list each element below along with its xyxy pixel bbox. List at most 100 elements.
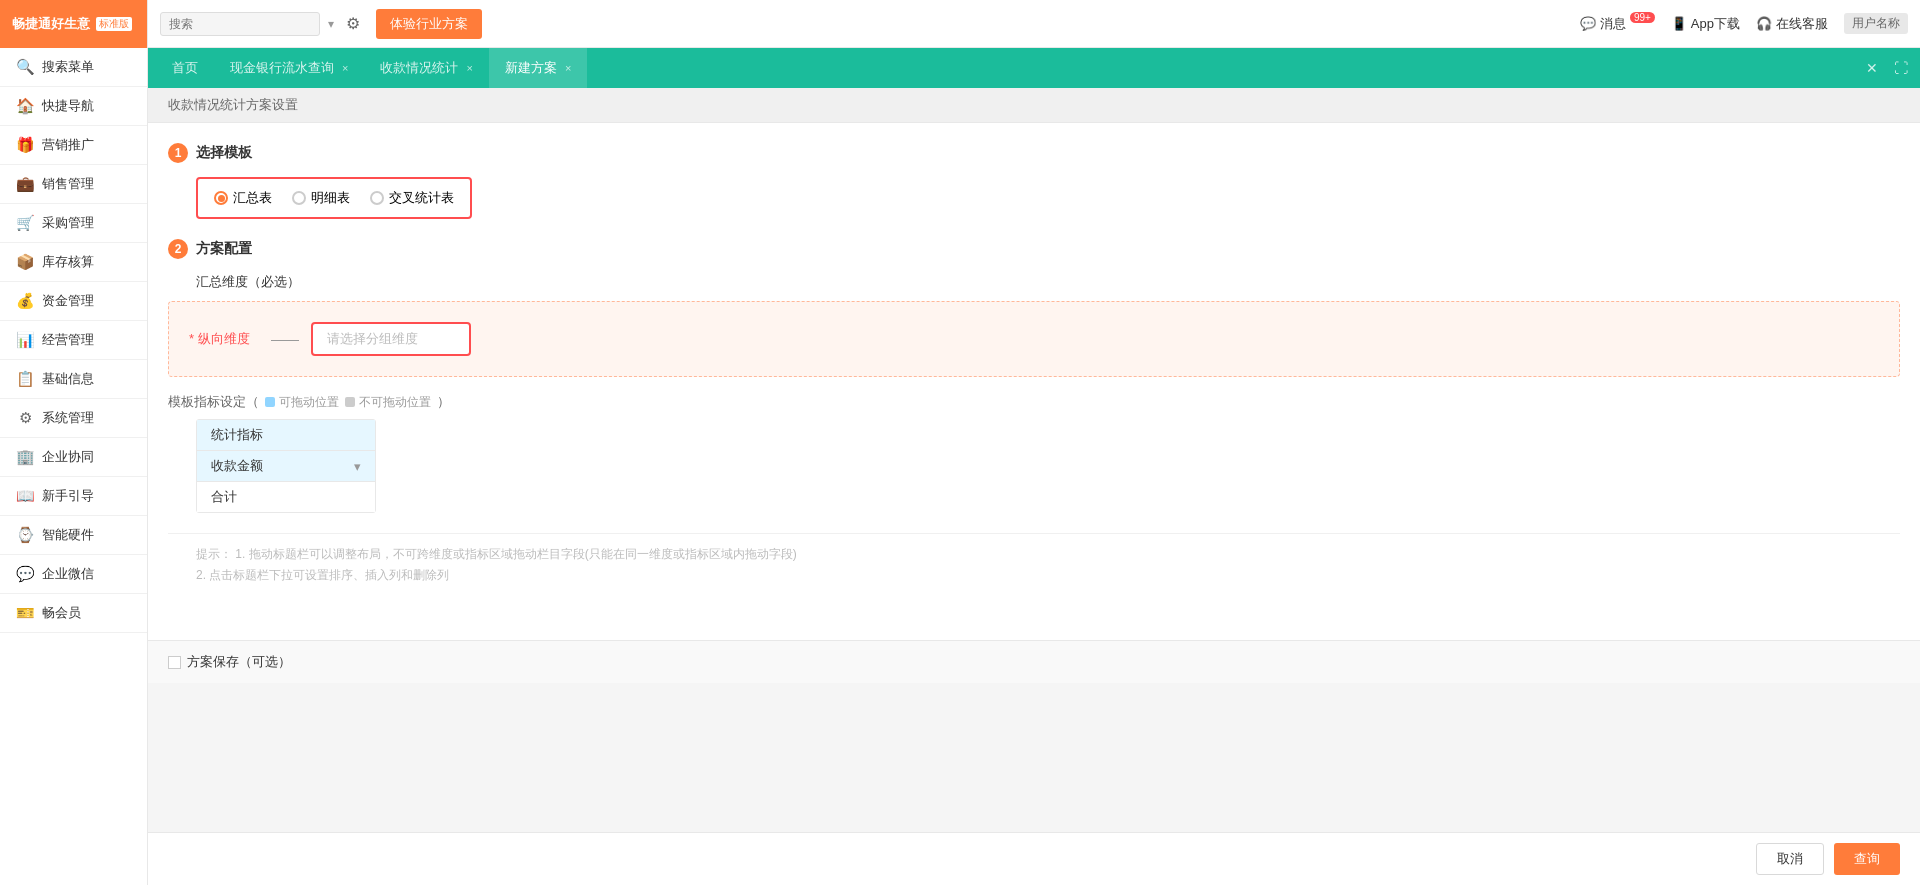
sidebar-item-label: 销售管理 [42, 175, 94, 193]
tab-receipt-stat[interactable]: 收款情况统计 × [364, 48, 488, 88]
sidebar-item-label: 搜索菜单 [42, 58, 94, 76]
tip1: 提示： 1. 拖动标题栏可以调整布局，不可跨维度或指标区域拖动栏目字段(只能在同… [168, 546, 1900, 563]
step2-section: 2 方案配置 汇总维度（必选） * 纵向维度 —— 请选择分组维度 [168, 239, 1900, 600]
sidebar-item-quick-nav[interactable]: 🏠 快捷导航 [0, 87, 147, 126]
statistics-label: 统计指标 [211, 426, 263, 444]
tips-label: 提示： [196, 547, 232, 561]
dimension-section: 汇总维度（必选） * 纵向维度 —— 请选择分组维度 [168, 273, 1900, 377]
tab-new-plan[interactable]: 新建方案 × [489, 48, 587, 88]
tab-new-plan-close-icon[interactable]: × [565, 62, 571, 74]
dimension-select[interactable]: 请选择分组维度 [311, 322, 471, 356]
message-label: 消息 [1600, 15, 1626, 33]
building-icon: 🏢 [16, 448, 34, 466]
fixed-color-indicator [345, 397, 355, 407]
settings-icon[interactable]: ⚙ [346, 14, 360, 33]
tab-expand-icon[interactable]: ⛶ [1890, 60, 1912, 76]
support-button[interactable]: 🎧 在线客服 [1756, 15, 1828, 33]
sidebar-item-member[interactable]: 🎫 畅会员 [0, 594, 147, 633]
tab-cash-flow-label: 现金银行流水查询 [230, 59, 334, 77]
sidebar-item-label: 快捷导航 [42, 97, 94, 115]
sidebar-item-inventory[interactable]: 📦 库存核算 [0, 243, 147, 282]
cancel-button[interactable]: 取消 [1756, 843, 1824, 875]
sidebar-item-operation[interactable]: 📊 经营管理 [0, 321, 147, 360]
radio-cross[interactable]: 交叉统计表 [370, 189, 454, 207]
headset-icon: 🎧 [1756, 16, 1772, 31]
mobile-icon: 📱 [1671, 16, 1687, 31]
tab-receipt-stat-close-icon[interactable]: × [466, 62, 472, 74]
sidebar-item-search-menu[interactable]: 🔍 搜索菜单 [0, 48, 147, 87]
query-button[interactable]: 查询 [1834, 843, 1900, 875]
main-area: ▾ ⚙ 体验行业方案 💬 消息 99+ 📱 App下载 🎧 在线客服 用户名称 … [148, 0, 1920, 885]
sidebar-item-label: 系统管理 [42, 409, 94, 427]
radio-summary-circle [214, 191, 228, 205]
box-icon: 📦 [16, 253, 34, 271]
book-icon: 📖 [16, 487, 34, 505]
radio-detail[interactable]: 明细表 [292, 189, 350, 207]
tab-home[interactable]: 首页 [156, 48, 214, 88]
radio-detail-circle [292, 191, 306, 205]
sidebar-item-label: 畅会员 [42, 604, 81, 622]
sidebar-item-label: 采购管理 [42, 214, 94, 232]
tabbar: 首页 现金银行流水查询 × 收款情况统计 × 新建方案 × ✕ ⛶ [148, 48, 1920, 88]
chart-icon: 📊 [16, 331, 34, 349]
step1-title: 选择模板 [196, 144, 252, 162]
tab-receipt-stat-label: 收款情况统计 [380, 59, 458, 77]
app-download-button[interactable]: 📱 App下载 [1671, 15, 1740, 33]
chevron-down-icon[interactable]: ▾ [328, 17, 334, 31]
gift-icon: 🎁 [16, 136, 34, 154]
draggable-color-indicator [265, 397, 275, 407]
search-input[interactable] [160, 12, 320, 36]
dimension-arrow-icon: —— [271, 331, 299, 347]
sidebar-item-guide[interactable]: 📖 新手引导 [0, 477, 147, 516]
tab-close-all-icon[interactable]: ✕ [1862, 60, 1882, 76]
vertical-dimension-row: * 纵向维度 —— 请选择分组维度 [189, 322, 1879, 356]
content-area: 收款情况统计方案设置 1 选择模板 汇总表 明细 [148, 88, 1920, 885]
sidebar-item-finance[interactable]: 💰 资金管理 [0, 282, 147, 321]
tab-cash-flow-close-icon[interactable]: × [342, 62, 348, 74]
template-selector-box: 汇总表 明细表 交叉统计表 [196, 177, 472, 219]
sidebar-item-marketing[interactable]: 🎁 营销推广 [0, 126, 147, 165]
sidebar-item-label: 营销推广 [42, 136, 94, 154]
support-label: 在线客服 [1776, 15, 1828, 33]
sidebar-item-system[interactable]: ⚙ 系统管理 [0, 399, 147, 438]
gear-icon: ⚙ [16, 409, 34, 427]
radio-detail-label: 明细表 [311, 189, 350, 207]
user-name[interactable]: 用户名称 [1844, 13, 1908, 34]
message-button[interactable]: 💬 消息 99+ [1580, 15, 1655, 33]
sidebar-item-label: 经营管理 [42, 331, 94, 349]
sidebar-item-basic-info[interactable]: 📋 基础信息 [0, 360, 147, 399]
save-option-section: 方案保存（可选） [148, 640, 1920, 683]
sidebar-item-enterprise[interactable]: 🏢 企业协同 [0, 438, 147, 477]
radio-summary[interactable]: 汇总表 [214, 189, 272, 207]
step2-title: 方案配置 [196, 240, 252, 258]
sidebar: 畅捷通好生意 标准版 🔍 搜索菜单 🏠 快捷导航 🎁 营销推广 💼 销售管理 🛒… [0, 0, 148, 885]
form-container: 1 选择模板 汇总表 明细表 [148, 123, 1920, 640]
receipt-amount-dropdown-icon[interactable]: ▾ [354, 459, 361, 474]
search-menu-icon: 🔍 [16, 58, 34, 76]
indicator-settings-header: 模板指标设定（ 可拖动位置 不可拖动位置 ） [168, 393, 1900, 411]
save-checkbox[interactable] [168, 656, 181, 669]
sidebar-item-weixin[interactable]: 💬 企业微信 [0, 555, 147, 594]
sidebar-item-label: 智能硬件 [42, 526, 94, 544]
tabbar-actions: ✕ ⛶ [1862, 60, 1912, 76]
sidebar-item-purchase[interactable]: 🛒 采购管理 [0, 204, 147, 243]
sidebar-item-label: 库存核算 [42, 253, 94, 271]
cart-icon: 🛒 [16, 214, 34, 232]
indicator-closing-paren: ） [437, 393, 450, 411]
sidebar-item-label: 企业微信 [42, 565, 94, 583]
trial-button[interactable]: 体验行业方案 [376, 9, 482, 39]
save-option-label: 方案保存（可选） [187, 653, 291, 671]
money-icon: 💰 [16, 292, 34, 310]
topbar: ▾ ⚙ 体验行业方案 💬 消息 99+ 📱 App下载 🎧 在线客服 用户名称 [148, 0, 1920, 48]
sidebar-item-sales[interactable]: 💼 销售管理 [0, 165, 147, 204]
dimension-area: * 纵向维度 —— 请选择分组维度 [168, 301, 1900, 377]
indicator-table-header: 统计指标 [197, 420, 375, 451]
vertical-dimension-label: * 纵向维度 [189, 330, 259, 348]
radio-cross-label: 交叉统计表 [389, 189, 454, 207]
step1-header: 1 选择模板 [168, 143, 1900, 163]
tab-cash-flow[interactable]: 现金银行流水查询 × [214, 48, 364, 88]
step1-number: 1 [168, 143, 188, 163]
receipt-amount-row[interactable]: 收款金额 ▾ [197, 451, 375, 482]
sidebar-item-smart-hw[interactable]: ⌚ 智能硬件 [0, 516, 147, 555]
indicator-settings-label: 模板指标设定（ [168, 393, 259, 411]
